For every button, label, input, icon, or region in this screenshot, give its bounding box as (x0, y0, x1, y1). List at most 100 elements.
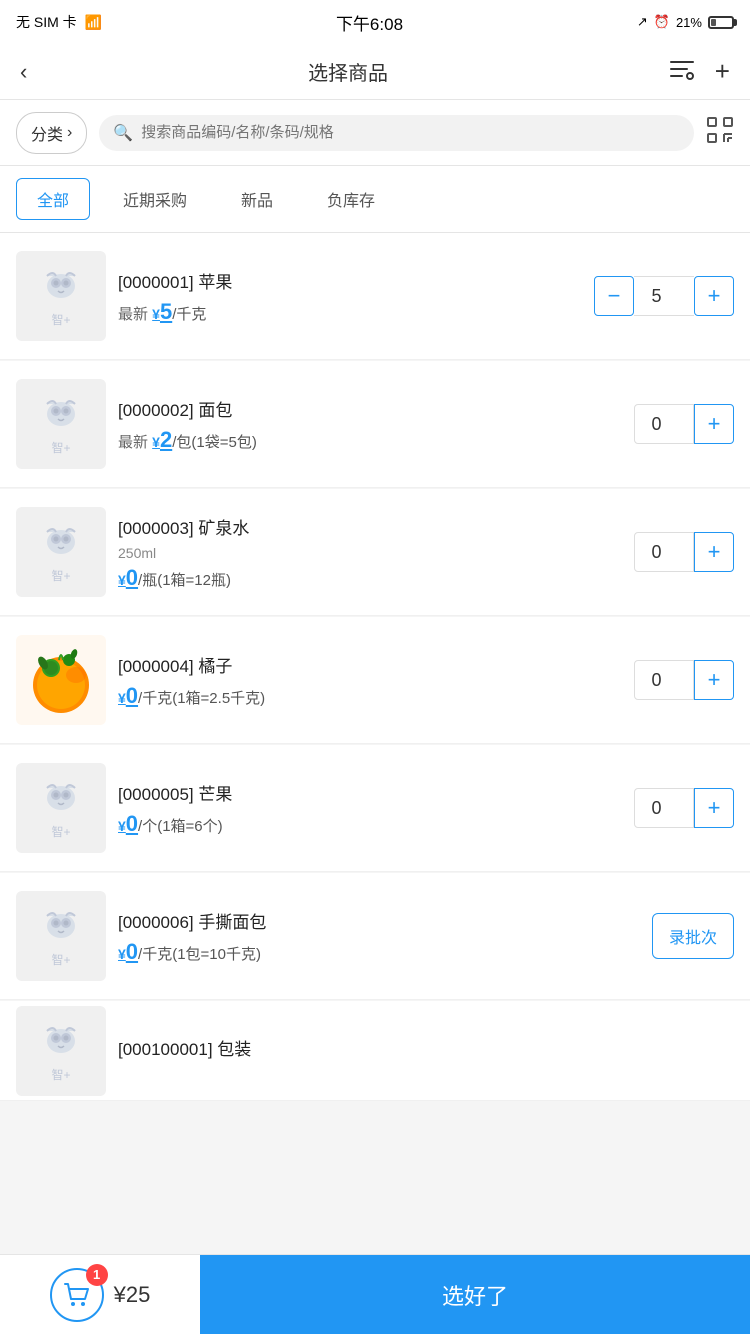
cart-section: 1 ¥25 (0, 1268, 200, 1322)
placeholder-owl-icon (41, 904, 81, 947)
placeholder-owl-icon (41, 264, 81, 307)
product-item-0000005: 智+ [0000005] 芒果 ¥0/个(1箱=6个) + (0, 745, 750, 872)
quantity-input-0000002[interactable] (634, 404, 694, 444)
nav-actions: + (669, 56, 730, 87)
cart-icon-wrap: 1 (50, 1268, 104, 1322)
product-info-0000001: [0000001] 苹果 最新 ¥5/千克 (106, 268, 594, 325)
cart-total: ¥25 (114, 1282, 151, 1308)
product-name-0000006: [0000006] 手撕面包 (118, 908, 640, 933)
product-price-0000003: ¥0/瓶(1箱=12瓶) (118, 565, 622, 591)
product-price-0000002: 最新 ¥2/包(1袋=5包) (118, 427, 622, 453)
product-thumb-0000001: 智+ (16, 251, 106, 341)
record-batch-button-0000006[interactable]: 录批次 (652, 913, 734, 959)
tab-new[interactable]: 新品 (220, 178, 294, 220)
product-info-0000005: [0000005] 芒果 ¥0/个(1箱=6个) (106, 780, 634, 837)
product-thumb-0000002: 智+ (16, 379, 106, 469)
bottom-bar: 1 ¥25 选好了 (0, 1254, 750, 1334)
product-name-0000003: [0000003] 矿泉水 (118, 514, 622, 539)
quantity-control-0000004: + (634, 660, 734, 700)
product-thumb-0000004 (16, 635, 106, 725)
product-info-0000004: [0000004] 橘子 ¥0/千克(1箱=2.5千克) (106, 652, 634, 709)
status-left: 无 SIM 卡 📶 (16, 12, 102, 32)
search-box: 🔍 (99, 115, 694, 151)
quantity-control-0000003: + (634, 532, 734, 572)
product-name-000100001: [000100001] 包装 (118, 1035, 722, 1060)
product-spec-0000003: 250ml (118, 545, 622, 561)
product-name-0000001: [0000001] 苹果 (118, 268, 582, 293)
orange-image (16, 635, 106, 725)
tab-bar: 全部 近期采购 新品 负库存 (0, 166, 750, 233)
price-label: 最新 (118, 306, 152, 323)
category-button[interactable]: 分类 › (16, 112, 87, 154)
placeholder-owl-icon (41, 392, 81, 435)
product-price-0000004: ¥0/千克(1箱=2.5千克) (118, 683, 622, 709)
price-unit: /千克 (172, 306, 206, 323)
product-item-0000006: 智+ [0000006] 手撕面包 ¥0/千克(1包=10千克) 录批次 (0, 873, 750, 1000)
product-price-0000005: ¥0/个(1箱=6个) (118, 811, 622, 837)
status-time: 下午6:08 (336, 10, 403, 35)
price-unit: /包(1袋=5包) (172, 434, 257, 451)
product-item-0000004: [0000004] 橘子 ¥0/千克(1箱=2.5千克) + (0, 617, 750, 744)
price-unit: /个(1箱=6个) (138, 818, 223, 835)
placeholder-owl-icon (41, 520, 81, 563)
quantity-input-0000005[interactable] (634, 788, 694, 828)
quantity-increase-0000005[interactable]: + (694, 788, 734, 828)
product-info-0000006: [0000006] 手撕面包 ¥0/千克(1包=10千克) (106, 908, 652, 965)
quantity-increase-0000003[interactable]: + (694, 532, 734, 572)
quantity-control-0000001: − + (594, 276, 734, 316)
product-price-0000001: 最新 ¥5/千克 (118, 299, 582, 325)
filter-bar: 分类 › 🔍 (0, 100, 750, 166)
quantity-increase-0000004[interactable]: + (694, 660, 734, 700)
alarm-icon: ⏰ (654, 14, 670, 30)
product-name-0000002: [0000002] 面包 (118, 396, 622, 421)
product-item-000100001: 智+ [000100001] 包装 (0, 1001, 750, 1101)
thumb-label: 智+ (51, 951, 70, 968)
price-unit: /瓶(1箱=12瓶) (138, 572, 231, 589)
category-chevron-icon: › (67, 124, 72, 142)
quantity-decrease-0000001[interactable]: − (594, 276, 634, 316)
quantity-control-0000005: + (634, 788, 734, 828)
battery-icon (708, 16, 734, 29)
tab-all[interactable]: 全部 (16, 178, 90, 220)
page-title: 选择商品 (308, 57, 388, 86)
product-price-0000006: ¥0/千克(1包=10千克) (118, 939, 640, 965)
product-name-0000004: [0000004] 橘子 (118, 652, 622, 677)
scan-icon[interactable] (706, 116, 734, 150)
price-label: 最新 (118, 434, 152, 451)
search-icon: 🔍 (113, 123, 133, 143)
battery-text: 21% (676, 15, 702, 30)
thumb-label: 智+ (51, 1066, 70, 1083)
thumb-label: 智+ (51, 567, 70, 584)
search-input[interactable] (141, 124, 680, 141)
product-info-0000002: [0000002] 面包 最新 ¥2/包(1袋=5包) (106, 396, 634, 453)
status-bar: 无 SIM 卡 📶 下午6:08 ↗ ⏰ 21% (0, 0, 750, 44)
quantity-input-0000004[interactable] (634, 660, 694, 700)
product-name-0000005: [0000005] 芒果 (118, 780, 622, 805)
product-info-0000003: [0000003] 矿泉水 250ml ¥0/瓶(1箱=12瓶) (106, 514, 634, 591)
cart-badge: 1 (86, 1264, 108, 1286)
confirm-button[interactable]: 选好了 (200, 1255, 750, 1334)
quantity-input-0000001[interactable] (634, 276, 694, 316)
product-item-0000003: 智+ [0000003] 矿泉水 250ml ¥0/瓶(1箱=12瓶) + (0, 489, 750, 616)
product-item-0000001: 智+ [0000001] 苹果 最新 ¥5/千克 − + (0, 233, 750, 360)
tab-negative[interactable]: 负库存 (306, 178, 396, 220)
product-thumb-000100001: 智+ (16, 1006, 106, 1096)
product-thumb-0000006: 智+ (16, 891, 106, 981)
price-unit: /千克(1箱=2.5千克) (138, 690, 265, 707)
quantity-input-0000003[interactable] (634, 532, 694, 572)
thumb-label: 智+ (51, 311, 70, 328)
thumb-label: 智+ (51, 439, 70, 456)
tab-recent[interactable]: 近期采购 (102, 178, 208, 220)
add-button[interactable]: + (715, 56, 730, 87)
wifi-icon: 📶 (85, 14, 102, 31)
thumb-label: 智+ (51, 823, 70, 840)
filter-icon[interactable] (669, 58, 695, 86)
product-list: 智+ [0000001] 苹果 最新 ¥5/千克 − + (0, 233, 750, 1101)
product-info-000100001: [000100001] 包装 (106, 1035, 734, 1066)
quantity-increase-0000001[interactable]: + (694, 276, 734, 316)
placeholder-owl-icon (41, 776, 81, 819)
price-unit: /千克(1包=10千克) (138, 946, 261, 963)
quantity-increase-0000002[interactable]: + (694, 404, 734, 444)
back-button[interactable]: ‹ (20, 59, 27, 85)
nav-bar: ‹ 选择商品 + (0, 44, 750, 100)
